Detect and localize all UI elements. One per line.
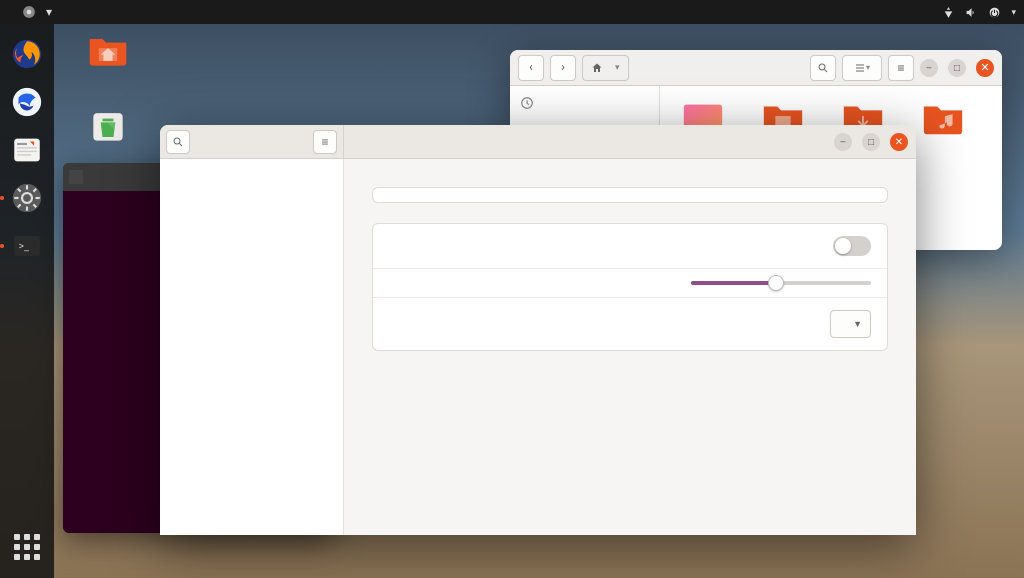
dock-files[interactable] (6, 129, 48, 171)
search-icon (817, 62, 829, 74)
search-button[interactable] (810, 55, 836, 81)
show-applications[interactable] (6, 526, 48, 568)
sidebar-recent[interactable] (510, 92, 659, 114)
clock-icon (520, 96, 534, 110)
close-button[interactable]: ✕ (890, 133, 908, 151)
forward-button[interactable]: › (550, 55, 576, 81)
network-icon (942, 6, 955, 19)
svg-text:>_: >_ (19, 240, 30, 251)
view-button[interactable]: ▾ (842, 55, 882, 81)
dock: >_ (0, 24, 54, 578)
settings-content: ▼ (344, 159, 916, 535)
power-icon (988, 6, 1001, 19)
desktop-home-folder[interactable] (78, 30, 138, 73)
folder-icon (86, 30, 130, 70)
back-button[interactable]: ‹ (518, 55, 544, 81)
settings-titlebar[interactable]: ≡ – □ ✕ (160, 125, 916, 159)
settings-sidebar (160, 159, 344, 535)
position-combobox[interactable]: ▼ (830, 310, 871, 338)
desktop-trash[interactable] (78, 106, 138, 149)
terminal-app-icon (69, 170, 83, 184)
folder-music[interactable] (916, 98, 970, 141)
list-icon (854, 62, 866, 74)
maximize-button[interactable]: □ (948, 59, 966, 77)
sidebar-search-button[interactable] (166, 130, 190, 154)
close-button[interactable]: ✕ (976, 59, 994, 77)
dock-thunderbird[interactable] (6, 81, 48, 123)
maximize-button[interactable]: □ (862, 133, 880, 151)
position-row: ▼ (373, 298, 887, 350)
dock-terminal[interactable]: >_ (6, 225, 48, 267)
location-bar[interactable]: ▾ (582, 55, 629, 81)
top-panel: ▾ ▾ (0, 0, 1024, 24)
theme-selector (372, 187, 888, 203)
iconsize-slider[interactable] (691, 281, 871, 285)
home-icon (591, 62, 603, 74)
search-icon (172, 136, 184, 148)
minimize-button[interactable]: – (834, 133, 852, 151)
autohide-row (373, 224, 887, 269)
app-menu[interactable]: ▾ (22, 5, 52, 19)
volume-icon (965, 6, 978, 19)
minimize-button[interactable]: – (920, 59, 938, 77)
trash-icon (86, 106, 130, 146)
dock-firefox[interactable] (6, 33, 48, 75)
menu-button[interactable]: ≡ (888, 55, 914, 81)
dock-settings[interactable] (6, 177, 48, 219)
system-tray[interactable]: ▾ (942, 6, 1016, 19)
autohide-switch[interactable] (833, 236, 871, 256)
settings-window[interactable]: ≡ – □ ✕ (160, 125, 916, 535)
files-titlebar[interactable]: ‹ › ▾ ▾ ≡ – □ ✕ (510, 50, 1002, 86)
iconsize-row (373, 269, 887, 298)
hamburger-button[interactable]: ≡ (313, 130, 337, 154)
